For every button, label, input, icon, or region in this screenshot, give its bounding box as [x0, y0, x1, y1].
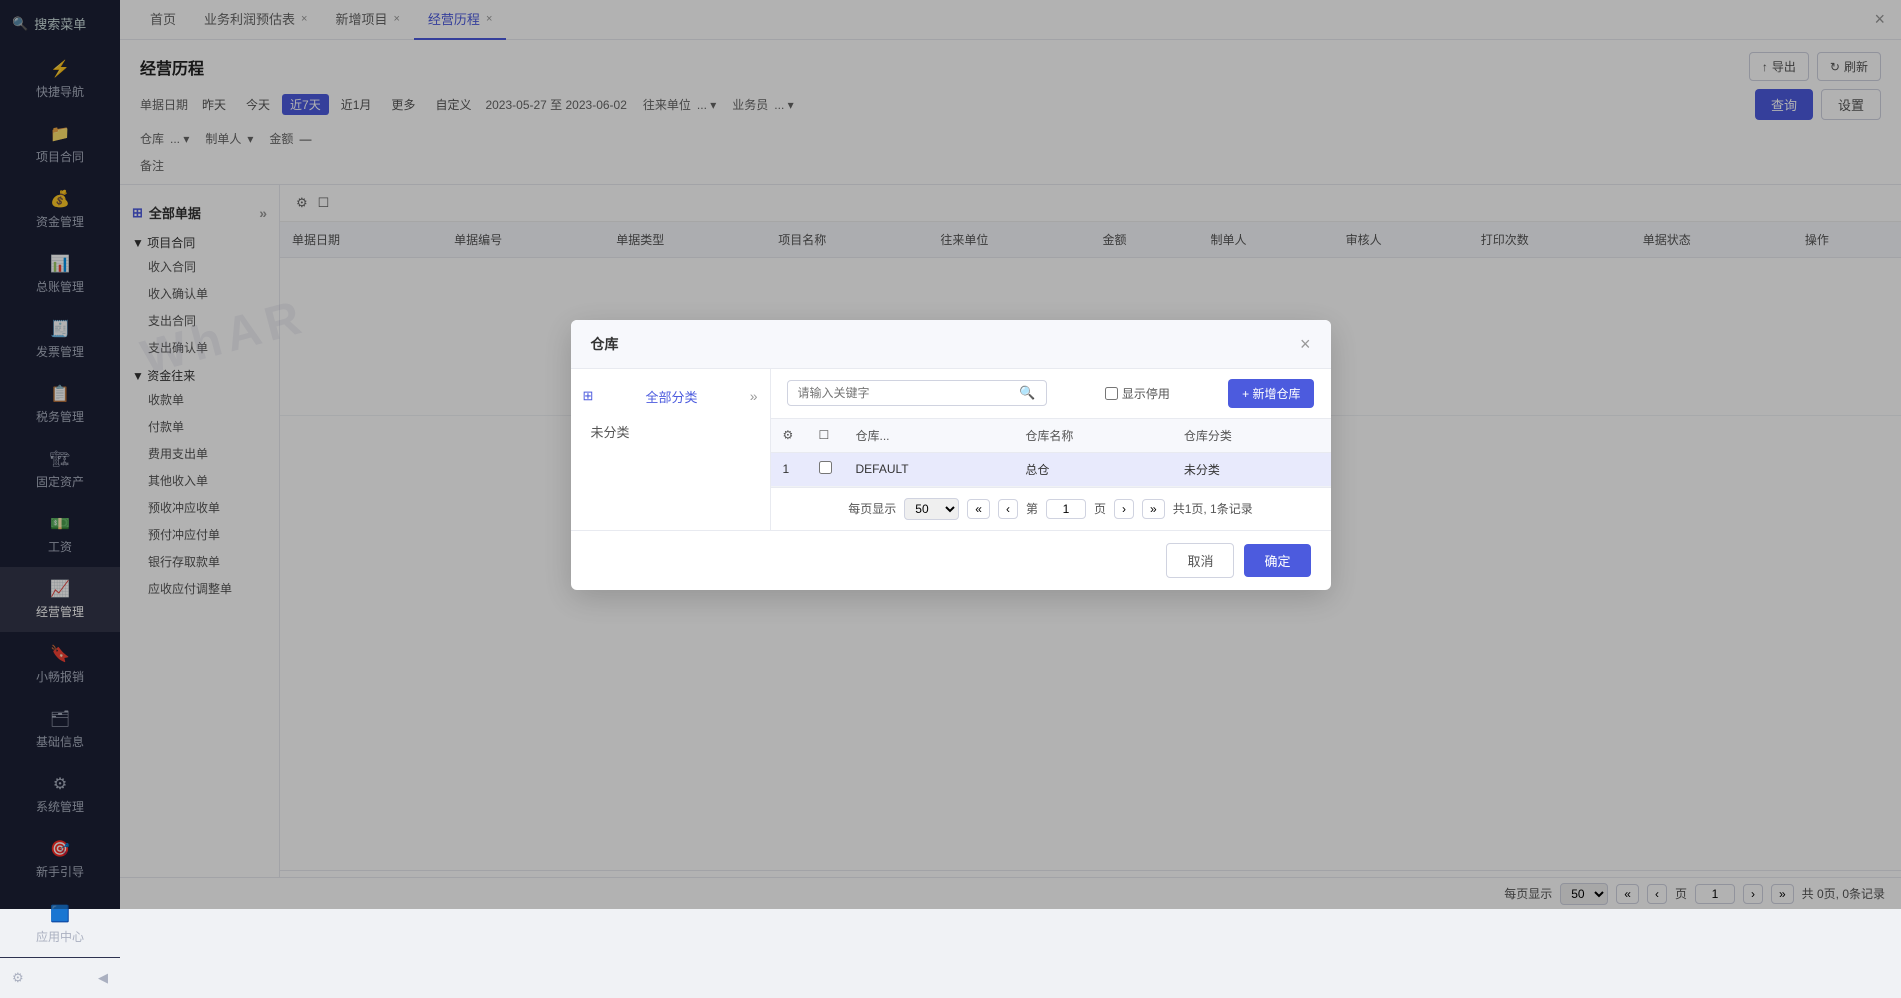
- modal-search-icon: 🔍: [1019, 385, 1035, 401]
- modal-search-input[interactable]: [798, 386, 1014, 400]
- modal-close-icon[interactable]: ×: [1300, 335, 1311, 353]
- add-warehouse-button[interactable]: + 新增仓库: [1228, 379, 1314, 408]
- modal-row-id: 1: [771, 452, 807, 486]
- modal-page-suffix: 页: [1094, 500, 1106, 517]
- modal-col-id: 仓库...: [844, 419, 1014, 453]
- modal-row-name: 总仓: [1013, 452, 1172, 486]
- modal-page-label: 第: [1026, 500, 1038, 517]
- sidebar-bottom: ⚙ ◀: [0, 957, 120, 998]
- modal-all-category[interactable]: ⊞ 全部分类 »: [571, 379, 770, 414]
- modal-right-panel: 🔍 显示停用 + 新增仓库 ⚙ ☐: [771, 369, 1331, 530]
- settings-icon[interactable]: ⚙: [12, 970, 24, 986]
- show-disabled-label[interactable]: 显示停用: [1105, 385, 1170, 402]
- modal-all-category-label: 全部分类: [646, 387, 698, 406]
- modal-overlay: 仓库 × ⊞ 全部分类 » 未分类: [0, 0, 1901, 909]
- warehouse-modal: 仓库 × ⊞ 全部分类 » 未分类: [571, 320, 1331, 590]
- modal-prev-page[interactable]: ‹: [998, 499, 1018, 519]
- modal-header: 仓库 ×: [571, 320, 1331, 369]
- modal-col-name: 仓库名称: [1013, 419, 1172, 453]
- modal-row-code: DEFAULT: [844, 452, 1014, 486]
- modal-per-page-label: 每页显示: [848, 500, 896, 517]
- modal-category-panel: ⊞ 全部分类 » 未分类: [571, 369, 771, 530]
- modal-toolbar: 🔍 显示停用 + 新增仓库: [771, 369, 1331, 419]
- modal-next-page[interactable]: ›: [1114, 499, 1134, 519]
- modal-per-page-select[interactable]: 501020100: [904, 498, 959, 520]
- grid-icon-modal: ⊞: [583, 388, 594, 404]
- show-disabled-checkbox[interactable]: [1105, 387, 1118, 400]
- modal-total: 共1页, 1条记录: [1173, 500, 1253, 517]
- modal-table-container: ⚙ ☐ 仓库... 仓库名称 仓库分类 1 DEFAULT: [771, 419, 1331, 487]
- modal-col-check: ☐: [807, 419, 844, 453]
- modal-title: 仓库: [591, 334, 619, 354]
- cancel-button[interactable]: 取消: [1166, 543, 1234, 578]
- collapse-icon[interactable]: ◀: [98, 970, 108, 986]
- modal-table-row[interactable]: 1 DEFAULT 总仓 未分类: [771, 452, 1331, 486]
- modal-uncategorized[interactable]: 未分类: [571, 414, 770, 449]
- modal-body: ⊞ 全部分类 » 未分类 🔍 显示停用: [571, 369, 1331, 530]
- modal-search-box[interactable]: 🔍: [787, 380, 1047, 406]
- modal-col-gear: ⚙: [771, 419, 807, 453]
- modal-page-input[interactable]: [1046, 499, 1086, 519]
- modal-col-category: 仓库分类: [1172, 419, 1331, 453]
- modal-uncategorized-label: 未分类: [591, 425, 630, 440]
- modal-warehouse-table: ⚙ ☐ 仓库... 仓库名称 仓库分类 1 DEFAULT: [771, 419, 1331, 487]
- modal-first-page[interactable]: «: [967, 499, 990, 519]
- modal-row-category: 未分类: [1172, 452, 1331, 486]
- modal-collapse-icon[interactable]: »: [750, 388, 758, 404]
- modal-last-page[interactable]: »: [1142, 499, 1165, 519]
- modal-row-checkbox[interactable]: [819, 461, 832, 474]
- modal-footer: 取消 确定: [571, 530, 1331, 590]
- sidebar-item-label: 应用中心: [36, 928, 84, 945]
- modal-pagination: 每页显示 501020100 « ‹ 第 页 › » 共1页, 1条记录: [771, 487, 1331, 530]
- modal-row-check[interactable]: [807, 452, 844, 486]
- confirm-button[interactable]: 确定: [1244, 544, 1310, 577]
